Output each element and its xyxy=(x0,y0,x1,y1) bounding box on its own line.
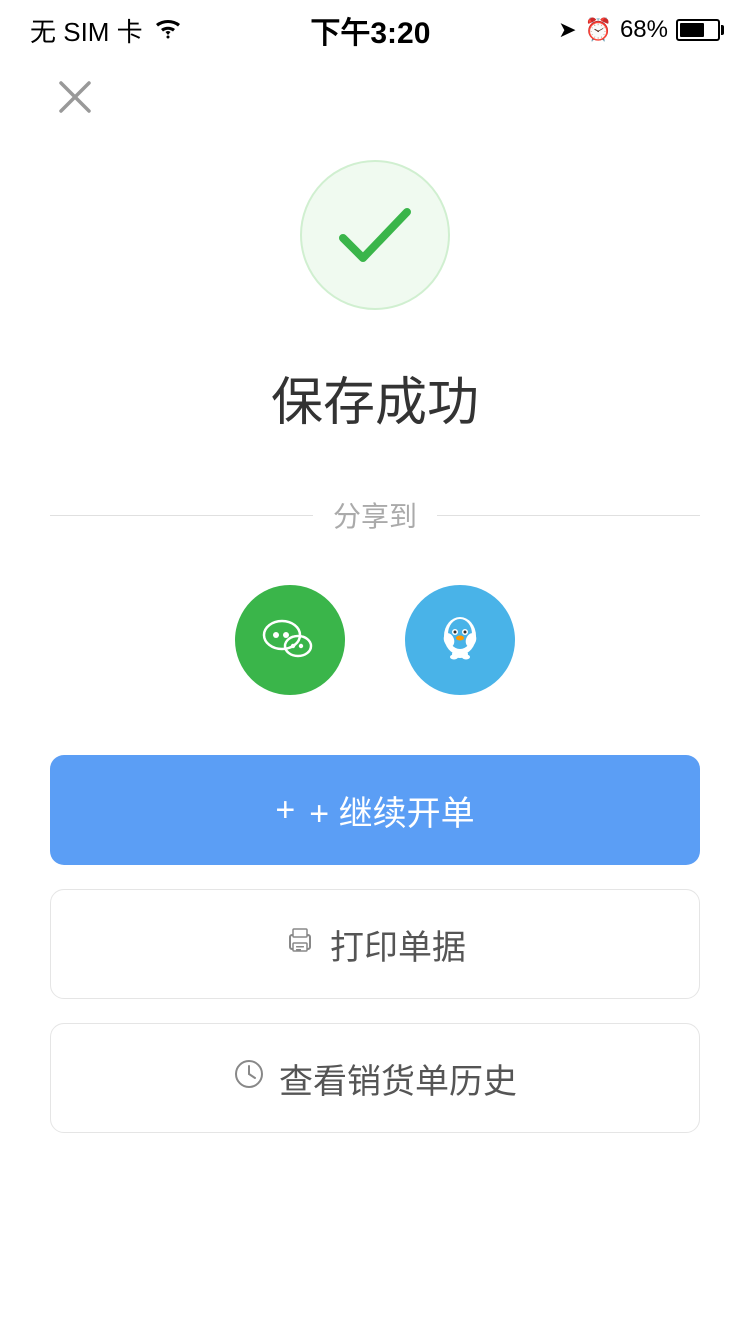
wechat-share-button[interactable] xyxy=(235,585,345,695)
checkmark-icon xyxy=(335,200,415,270)
print-button[interactable]: 打印单据 xyxy=(50,889,700,999)
share-section: 分享到 xyxy=(0,495,750,695)
printer-icon xyxy=(284,925,316,964)
battery-icon xyxy=(676,19,720,41)
status-bar: 无 SIM 卡 下午3:20 ➤ ⏰ 68% xyxy=(0,0,750,60)
history-icon xyxy=(233,1058,265,1099)
status-time: 下午3:20 xyxy=(310,8,430,52)
location-icon: ➤ xyxy=(558,17,576,43)
alarm-icon: ⏰ xyxy=(585,17,612,43)
close-button[interactable] xyxy=(50,72,100,122)
history-button[interactable]: 查看销货单历史 xyxy=(50,1023,700,1133)
success-title: 保存成功 xyxy=(271,360,479,435)
share-icons xyxy=(50,585,700,695)
main-content: 保存成功 分享到 xyxy=(0,60,750,1133)
share-divider: 分享到 xyxy=(50,495,700,535)
continue-button[interactable]: + + 继续开单 xyxy=(50,755,700,865)
share-label: 分享到 xyxy=(333,495,417,535)
plus-icon: + xyxy=(275,791,295,830)
qq-share-button[interactable] xyxy=(405,585,515,695)
action-buttons: + + 继续开单 打印单据 xyxy=(0,755,750,1133)
success-icon-circle xyxy=(300,160,450,310)
battery-text: 68% xyxy=(620,16,668,44)
print-button-label: 打印单据 xyxy=(330,920,466,969)
history-button-label: 查看销货单历史 xyxy=(279,1054,517,1103)
continue-button-label: + 继续开单 xyxy=(309,786,474,835)
carrier-text: 无 SIM 卡 xyxy=(30,12,143,49)
status-right: ➤ ⏰ 68% xyxy=(558,16,720,44)
status-left: 无 SIM 卡 xyxy=(30,12,183,49)
wifi-icon xyxy=(153,15,183,46)
